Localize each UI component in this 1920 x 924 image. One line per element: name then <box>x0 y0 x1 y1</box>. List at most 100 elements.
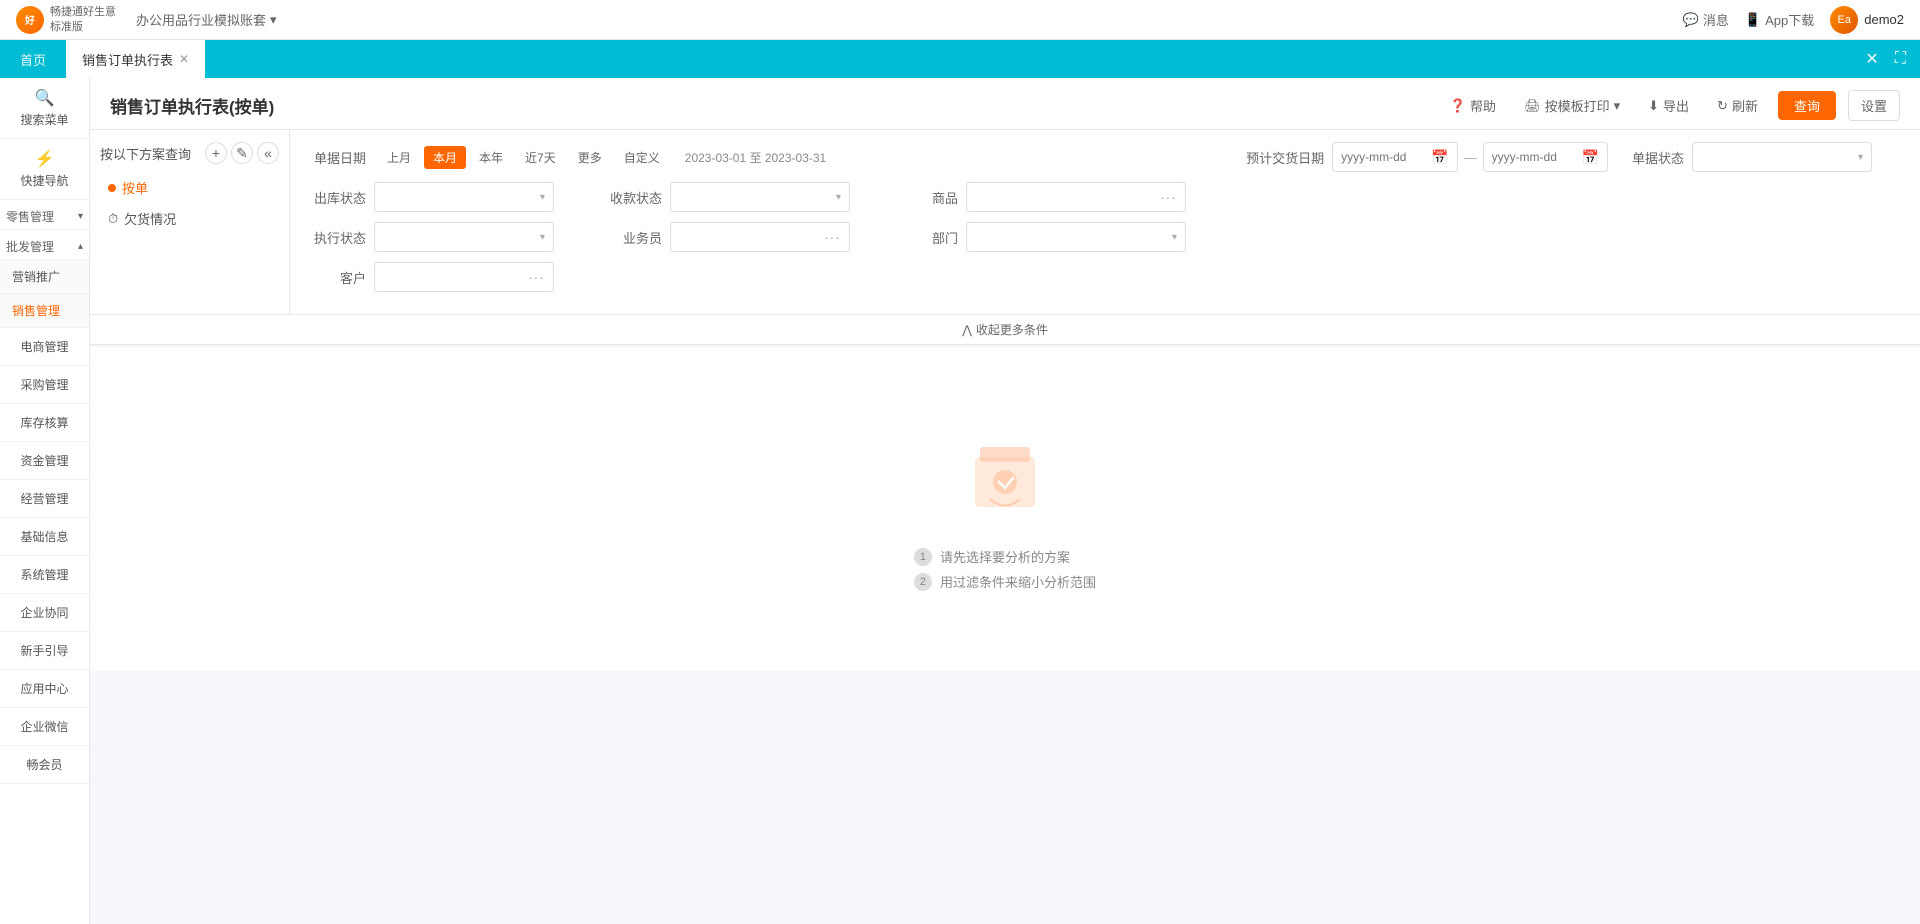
template-print-btn[interactable]: 🖨 按模板打印 ▾ <box>1516 92 1628 119</box>
bill-date-field: 单据日期 上月 本月 本年 近7天 更多 自定义 <box>306 146 669 169</box>
print-arrow: ▾ <box>1614 98 1621 114</box>
dq-this-year[interactable]: 本年 <box>470 146 512 169</box>
sidebar-item-member[interactable]: 畅会员 <box>0 746 89 784</box>
logo-icon: 好 <box>16 6 44 34</box>
logo-area[interactable]: 好 畅捷通好生意 标准版 <box>16 5 116 34</box>
tab-expand-btn[interactable]: ⛶ <box>1889 46 1912 72</box>
sidebar-item-quick-nav[interactable]: ⚡ 快捷导航 <box>0 139 89 200</box>
exec-status-field: 执行状态 ▾ <box>306 222 586 252</box>
app-download-icon: 📱 <box>1745 12 1761 28</box>
empty-icon <box>955 427 1055 527</box>
customer-label: 客户 <box>306 268 366 287</box>
sidebar-item-enterprise-wechat[interactable]: 企业微信 <box>0 708 89 746</box>
date-from-input[interactable] <box>1341 150 1431 164</box>
sidebar-item-purchase[interactable]: 采购管理 <box>0 366 89 404</box>
collapse-scheme-btn[interactable]: « <box>257 142 279 164</box>
breadcrumb[interactable]: 办公用品行业模拟账套 ▾ <box>136 10 277 29</box>
quick-nav-label: 快捷导航 <box>20 172 68 189</box>
refresh-icon: ↻ <box>1717 98 1728 114</box>
add-scheme-btn[interactable]: + <box>205 142 227 164</box>
tab-close-window-btn[interactable]: ✕ <box>1859 45 1884 73</box>
sidebar-item-search[interactable]: 🔍 搜索菜单 <box>0 78 89 139</box>
help-btn[interactable]: ❓ 帮助 <box>1442 92 1504 119</box>
message-icon: 💬 <box>1683 12 1699 28</box>
sidebar-item-new-guide[interactable]: 新手引导 <box>0 632 89 670</box>
exec-status-label: 执行状态 <box>306 228 366 247</box>
bill-status-select[interactable]: ▾ <box>1692 142 1872 172</box>
tip-num-2: 2 <box>914 573 932 591</box>
out-status-select[interactable]: ▾ <box>374 182 554 212</box>
sales-mgmt-label: 销售管理 <box>12 302 60 319</box>
expected-delivery-range: 📅 — 📅 <box>1332 142 1608 172</box>
collapse-bar[interactable]: ⋀ 收起更多条件 <box>90 315 1920 345</box>
goods-dots: ··· <box>1160 189 1177 205</box>
sidebar-item-enterprise-collab[interactable]: 企业协同 <box>0 594 89 632</box>
date-to-input[interactable] <box>1492 150 1582 164</box>
empty-tips: 1 请先选择要分析的方案 2 用过滤条件来缩小分析范围 <box>914 547 1096 591</box>
empty-tip-2: 2 用过滤条件来缩小分析范围 <box>914 572 1096 591</box>
scheme-item-按单[interactable]: 按单 <box>100 172 279 203</box>
expected-delivery-label: 预计交货日期 <box>1246 148 1324 167</box>
tip-text-2: 用过滤条件来缩小分析范围 <box>940 572 1096 591</box>
logo-text: 畅捷通好生意 标准版 <box>50 5 116 34</box>
message-btn[interactable]: 💬 消息 <box>1683 10 1729 29</box>
filter-panel: 按以下方案查询 + ✎ « 按单 ⏱ 欠货情况 <box>90 130 1920 315</box>
user-avatar-area[interactable]: Ea demo2 <box>1830 6 1904 34</box>
sidebar-item-operations[interactable]: 经营管理 <box>0 480 89 518</box>
user-name: demo2 <box>1864 12 1904 27</box>
search-icon: 🔍 <box>35 88 55 108</box>
sidebar-item-system[interactable]: 系统管理 <box>0 556 89 594</box>
salesperson-select[interactable]: ··· <box>670 222 850 252</box>
dq-custom[interactable]: 自定义 <box>615 146 669 169</box>
goods-select[interactable]: ··· <box>966 182 1186 212</box>
sidebar-item-app-center[interactable]: 应用中心 <box>0 670 89 708</box>
dq-last-7-days[interactable]: 近7天 <box>516 146 565 169</box>
query-btn[interactable]: 查询 <box>1778 91 1836 120</box>
sidebar-sub-wholesale: 营销推广 销售管理 <box>0 260 89 328</box>
app-download-btn[interactable]: 📱 App下载 <box>1745 10 1814 29</box>
help-icon: ❓ <box>1450 98 1466 114</box>
refresh-btn[interactable]: ↻ 刷新 <box>1709 92 1766 119</box>
dq-this-month[interactable]: 本月 <box>424 146 466 169</box>
sidebar-section-wholesale[interactable]: 批发管理 ▴ <box>0 230 89 260</box>
expected-delivery-field: 预计交货日期 📅 — 📅 <box>1246 142 1608 172</box>
filter-left-actions: + ✎ « <box>205 142 279 164</box>
export-btn[interactable]: ⬇ 导出 <box>1640 92 1697 119</box>
tab-bar-right: ✕ ⛶ <box>1859 40 1920 78</box>
sidebar-item-inventory[interactable]: 库存核算 <box>0 404 89 442</box>
scheme-dot <box>108 184 116 192</box>
sidebar-item-ecommerce[interactable]: 电商管理 <box>0 328 89 366</box>
out-status-field: 出库状态 ▾ <box>306 182 586 212</box>
customer-select[interactable]: ··· <box>374 262 554 292</box>
empty-state: 1 请先选择要分析的方案 2 用过滤条件来缩小分析范围 <box>90 347 1920 671</box>
tab-bar: 首页 销售订单执行表 ✕ ✕ ⛶ <box>0 40 1920 78</box>
sidebar-item-sales-mgmt[interactable]: 销售管理 <box>0 294 89 328</box>
collapse-icon: ⋀ <box>962 323 972 337</box>
exec-status-select[interactable]: ▾ <box>374 222 554 252</box>
sidebar-section-retail[interactable]: 零售管理 ▾ <box>0 200 89 230</box>
top-header: 好 畅捷通好生意 标准版 办公用品行业模拟账套 ▾ 💬 消息 📱 App下载 E… <box>0 0 1920 40</box>
owe-icon: ⏱ <box>108 211 118 227</box>
filter-left: 按以下方案查询 + ✎ « 按单 ⏱ 欠货情况 <box>90 130 290 314</box>
collapse-text: 收起更多条件 <box>976 321 1048 338</box>
sidebar-item-marketing[interactable]: 营销推广 <box>0 260 89 294</box>
exec-status-caret: ▾ <box>540 232 545 243</box>
tab-label: 销售订单执行表 <box>82 50 173 69</box>
tab-close-btn[interactable]: ✕ <box>179 52 189 66</box>
empty-tip-1: 1 请先选择要分析的方案 <box>914 547 1096 566</box>
sidebar: 🔍 搜索菜单 ⚡ 快捷导航 零售管理 ▾ 批发管理 ▴ 营销推广 销售管理 电商… <box>0 78 90 924</box>
settings-btn[interactable]: 设置 <box>1848 90 1900 121</box>
dq-more[interactable]: 更多 <box>569 146 611 169</box>
dq-last-month[interactable]: 上月 <box>378 146 420 169</box>
date-from-wrap[interactable]: 📅 <box>1332 142 1457 172</box>
export-icon: ⬇ <box>1648 98 1659 114</box>
edit-scheme-btn[interactable]: ✎ <box>231 142 253 164</box>
receipt-status-select[interactable]: ▾ <box>670 182 850 212</box>
sidebar-item-finance[interactable]: 资金管理 <box>0 442 89 480</box>
dept-select[interactable]: ▾ <box>966 222 1186 252</box>
tab-home[interactable]: 首页 <box>0 40 66 78</box>
tab-sales-order-exec[interactable]: 销售订单执行表 ✕ <box>66 40 205 78</box>
date-to-wrap[interactable]: 📅 <box>1483 142 1608 172</box>
owe-item[interactable]: ⏱ 欠货情况 <box>100 203 279 234</box>
sidebar-item-basic-info[interactable]: 基础信息 <box>0 518 89 556</box>
